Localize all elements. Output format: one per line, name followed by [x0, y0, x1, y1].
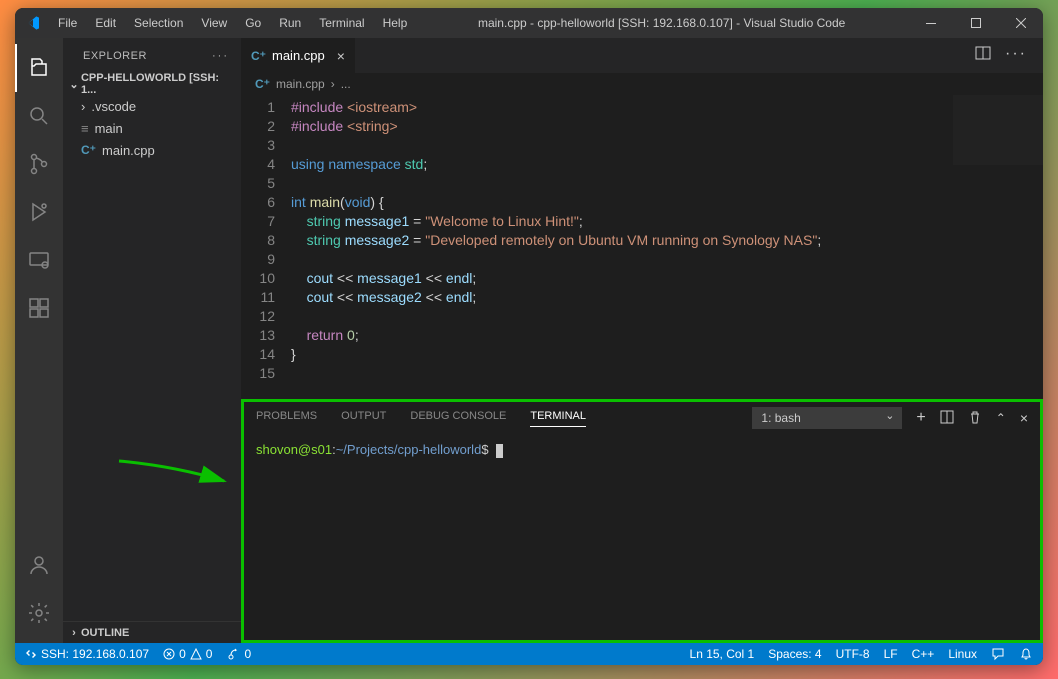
status-eol[interactable]: LF	[884, 647, 898, 661]
search-icon[interactable]	[15, 92, 63, 140]
terminal-cursor	[496, 444, 503, 458]
menu-help[interactable]: Help	[375, 12, 416, 34]
menu-terminal[interactable]: Terminal	[311, 12, 372, 34]
explorer-icon[interactable]	[15, 44, 63, 92]
sidebar: EXPLORER ··· ⌄ CPP-HELLOWORLD [SSH: 1...…	[63, 38, 241, 643]
close-button[interactable]	[998, 8, 1043, 38]
sidebar-title: EXPLORER	[83, 50, 147, 62]
vscode-icon	[15, 15, 50, 31]
breadcrumb-file: main.cpp	[276, 77, 325, 91]
titlebar: File Edit Selection View Go Run Terminal…	[15, 8, 1043, 38]
source-control-icon[interactable]	[15, 140, 63, 188]
split-terminal-icon[interactable]	[940, 410, 954, 427]
terminal-symbol: $	[481, 442, 488, 457]
tree-folder-vscode[interactable]: › .vscode	[63, 95, 241, 117]
menu-file[interactable]: File	[50, 12, 85, 34]
tree-item-label: main.cpp	[102, 143, 155, 158]
status-encoding[interactable]: UTF-8	[836, 647, 870, 661]
menu-bar: File Edit Selection View Go Run Terminal…	[50, 12, 415, 34]
minimize-button[interactable]	[908, 8, 953, 38]
project-header[interactable]: ⌄ CPP-HELLOWORLD [SSH: 1...	[63, 73, 241, 95]
tab-label: main.cpp	[272, 48, 325, 63]
tree-item-label: .vscode	[91, 99, 136, 114]
terminal-path: ~/Projects/cpp-helloworld	[336, 442, 482, 457]
chevron-right-icon: ›	[81, 99, 85, 114]
new-terminal-icon[interactable]: +	[916, 409, 925, 427]
status-bell-icon[interactable]	[1019, 647, 1033, 661]
remote-explorer-icon[interactable]	[15, 236, 63, 284]
binary-file-icon: ≡	[81, 121, 89, 136]
terminal-content[interactable]: shovon@s01:~/Projects/cpp-helloworld$	[244, 434, 1040, 640]
menu-run[interactable]: Run	[271, 12, 309, 34]
breadcrumb-more: ...	[341, 77, 351, 91]
terminal-user: shovon@s01	[256, 442, 332, 457]
breadcrumb-sep: ›	[331, 77, 335, 91]
terminal-select[interactable]: 1: bash	[752, 407, 902, 429]
kill-terminal-icon[interactable]	[968, 410, 982, 427]
split-editor-icon[interactable]	[975, 45, 991, 66]
menu-selection[interactable]: Selection	[126, 12, 191, 34]
tab-main-cpp[interactable]: C⁺ main.cpp ×	[241, 38, 356, 73]
line-numbers: 123456789101112131415	[241, 95, 291, 399]
close-panel-icon[interactable]: ×	[1020, 410, 1028, 426]
editor-tabs: C⁺ main.cpp × ···	[241, 38, 1043, 73]
status-remote[interactable]: SSH: 192.168.0.107	[25, 647, 149, 661]
cpp-file-icon: C⁺	[255, 77, 270, 91]
sidebar-more-icon[interactable]: ···	[212, 50, 229, 62]
code-content[interactable]: #include <iostream>#include <string> usi…	[291, 95, 1043, 399]
tree-file-main[interactable]: ≡ main	[63, 117, 241, 139]
status-feedback-icon[interactable]	[991, 647, 1005, 661]
panel-tab-output[interactable]: OUTPUT	[341, 410, 386, 427]
activity-bar	[15, 38, 63, 643]
status-cursor[interactable]: Ln 15, Col 1	[690, 647, 755, 661]
maximize-panel-icon[interactable]: ⌃	[996, 411, 1006, 425]
menu-view[interactable]: View	[193, 12, 235, 34]
status-ports[interactable]: 0	[226, 647, 251, 661]
breadcrumb[interactable]: C⁺ main.cpp › ...	[241, 73, 1043, 95]
settings-icon[interactable]	[15, 589, 63, 637]
outline-label: OUTLINE	[81, 627, 129, 639]
maximize-button[interactable]	[953, 8, 998, 38]
chevron-right-icon: ›	[67, 627, 81, 639]
panel-tab-terminal[interactable]: TERMINAL	[530, 410, 586, 427]
tree-file-main-cpp[interactable]: C⁺ main.cpp	[63, 139, 241, 161]
status-language[interactable]: C++	[912, 647, 935, 661]
status-problems[interactable]: 0 0	[163, 647, 212, 661]
status-bar: SSH: 192.168.0.107 0 0 0 Ln 15, Col 1 Sp…	[15, 643, 1043, 665]
close-tab-icon[interactable]: ×	[337, 48, 345, 64]
run-debug-icon[interactable]	[15, 188, 63, 236]
menu-edit[interactable]: Edit	[87, 12, 124, 34]
panel-tab-problems[interactable]: PROBLEMS	[256, 410, 317, 427]
extensions-icon[interactable]	[15, 284, 63, 332]
chevron-down-icon: ⌄	[67, 78, 81, 91]
status-spaces[interactable]: Spaces: 4	[768, 647, 821, 661]
project-name: CPP-HELLOWORLD [SSH: 1...	[81, 72, 237, 96]
terminal-panel: PROBLEMS OUTPUT DEBUG CONSOLE TERMINAL 1…	[241, 399, 1043, 643]
outline-header[interactable]: › OUTLINE	[63, 621, 241, 643]
window-title: main.cpp - cpp-helloworld [SSH: 192.168.…	[415, 16, 908, 30]
accounts-icon[interactable]	[15, 541, 63, 589]
code-editor[interactable]: 123456789101112131415 #include <iostream…	[241, 95, 1043, 399]
menu-go[interactable]: Go	[237, 12, 269, 34]
tree-item-label: main	[95, 121, 123, 136]
panel-tab-debug-console[interactable]: DEBUG CONSOLE	[410, 410, 506, 427]
status-os[interactable]: Linux	[948, 647, 977, 661]
more-actions-icon[interactable]: ···	[1005, 45, 1027, 66]
cpp-file-icon: C⁺	[81, 143, 96, 157]
cpp-file-icon: C⁺	[251, 49, 266, 63]
minimap[interactable]	[953, 95, 1043, 165]
